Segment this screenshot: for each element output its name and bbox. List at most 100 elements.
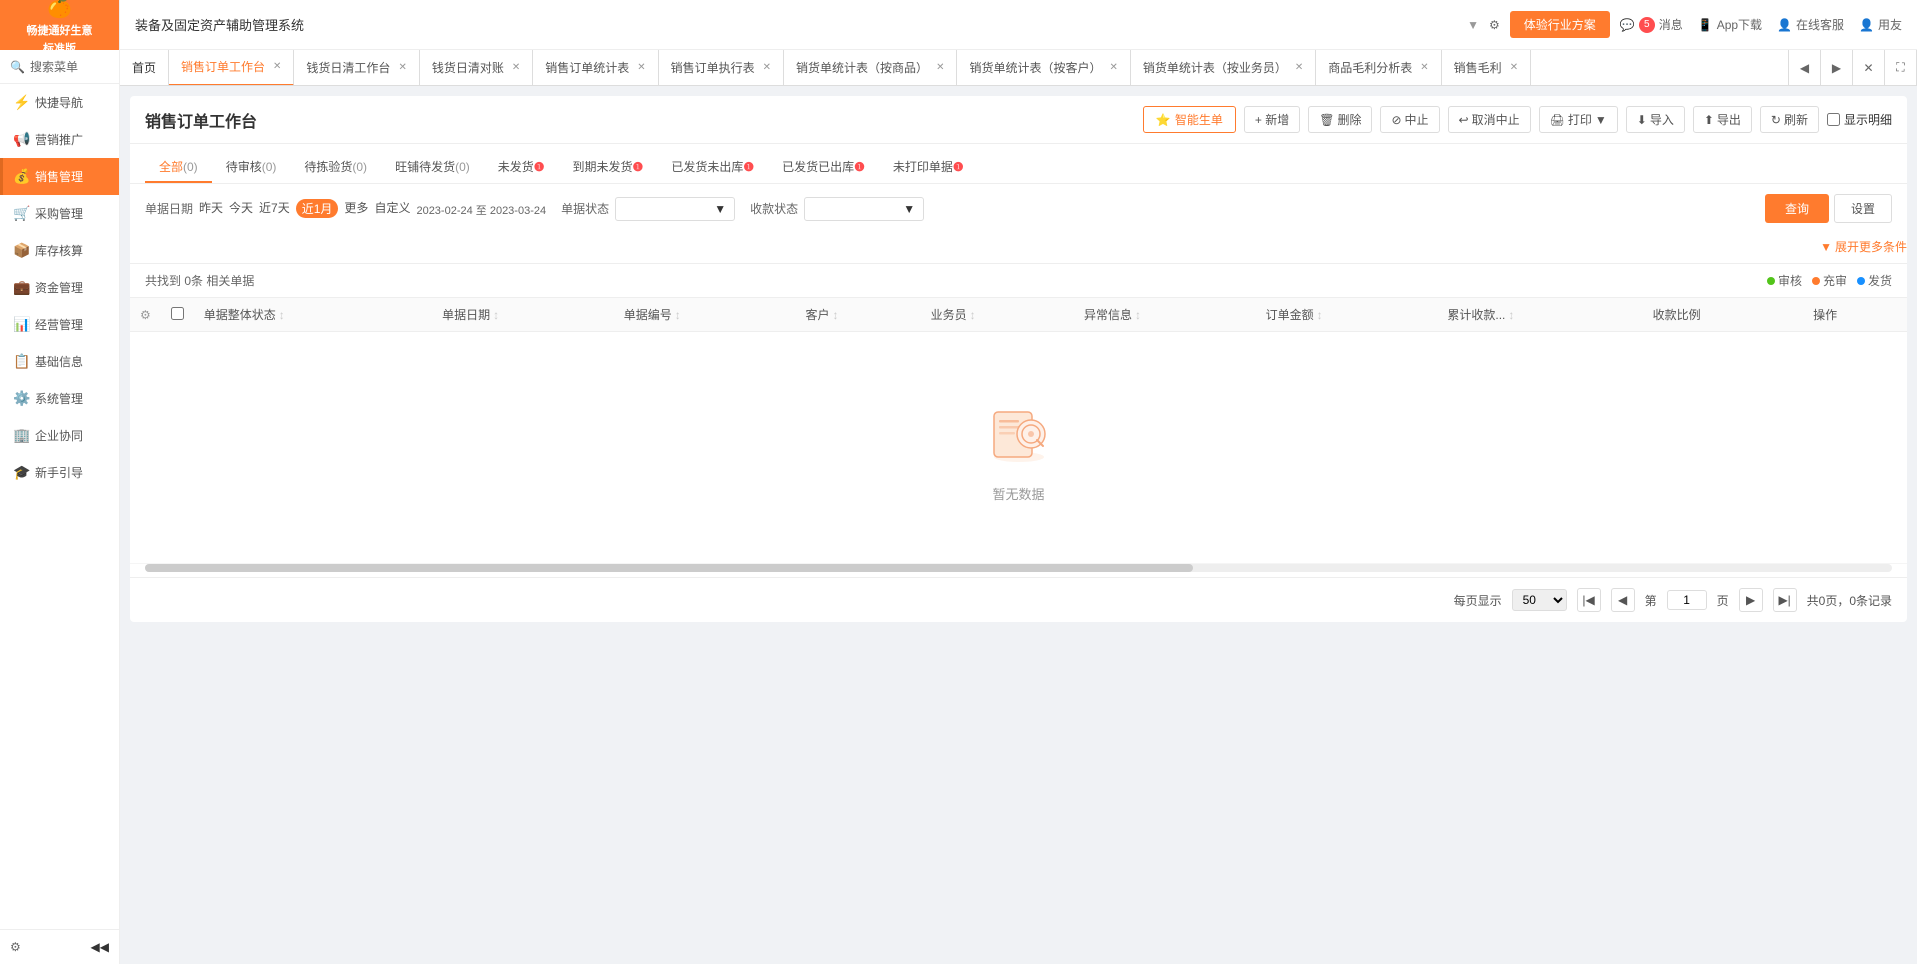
date-7days[interactable]: 近7天 (259, 199, 290, 218)
sidebar-item-quick-nav[interactable]: ⚡ 快捷导航 (0, 84, 119, 121)
tab-sales-stat[interactable]: 销售订单统计表 ✕ (533, 50, 658, 86)
refresh-button[interactable]: ↻ 刷新 (1760, 106, 1819, 133)
user-avatar[interactable]: 👤 用友 (1859, 16, 1902, 33)
tab-cash-daily[interactable]: 钱货日清工作台 ✕ (294, 50, 419, 86)
add-button[interactable]: + 新增 (1244, 106, 1300, 133)
print-button[interactable]: 🖨 打印 ▼ (1539, 106, 1618, 133)
export-button[interactable]: ⬆ 导出 (1693, 106, 1752, 133)
tab-close-icon[interactable]: ✕ (512, 62, 520, 73)
settings-gear-icon[interactable]: ⚙ (10, 940, 21, 954)
expand-conditions-button[interactable]: ▼ 展开更多条件 (1820, 238, 1907, 255)
tab-home[interactable]: 首页 (120, 50, 169, 86)
page-prev-button[interactable]: ◀ (1611, 588, 1635, 612)
ship-label: 发货 (1868, 272, 1892, 289)
subtab-not-printed[interactable]: 未打印单据❶ (879, 152, 978, 183)
cancel-review-action[interactable]: 充审 (1812, 272, 1847, 289)
col-checkbox[interactable] (161, 298, 194, 332)
query-button[interactable]: 查询 (1765, 194, 1829, 223)
status-filter-select[interactable]: ▼ (615, 197, 735, 221)
delete-button[interactable]: 🗑 删除 (1308, 106, 1372, 133)
tab-sales-profit[interactable]: 销售毛利 ✕ (1442, 50, 1531, 86)
subtab-all[interactable]: 全部(0) (145, 152, 212, 183)
system-icon: ⚙️ (13, 390, 29, 407)
smart-order-button[interactable]: ⭐ 智能生单 (1143, 106, 1236, 133)
sidebar-search[interactable]: 🔍 搜索菜单 (0, 50, 119, 84)
horizontal-scrollbar[interactable] (145, 564, 1892, 572)
tab-close-icon[interactable]: ✕ (1420, 62, 1428, 73)
subtab-wangpu-deliver[interactable]: 旺铺待发货(0) (381, 152, 484, 183)
show-detail-checkbox-label[interactable]: 显示明细 (1827, 111, 1892, 128)
tab-close-icon[interactable]: ✕ (1510, 62, 1518, 73)
page-last-button[interactable]: ▶| (1773, 588, 1797, 612)
tab-close-icon[interactable]: ✕ (273, 61, 281, 72)
tab-close-icon[interactable]: ✕ (936, 62, 944, 73)
col-date: 单据日期↕ (432, 298, 614, 332)
set-button[interactable]: 设置 (1834, 194, 1892, 223)
date-today[interactable]: 今天 (229, 199, 253, 218)
sidebar-item-system[interactable]: ⚙️ 系统管理 (0, 380, 119, 417)
subtab-pending-review[interactable]: 待审核(0) (212, 152, 291, 183)
import-button[interactable]: ⬇ 导入 (1626, 106, 1685, 133)
sidebar-item-sales[interactable]: 💰 销售管理 (0, 158, 119, 195)
tab-close-icon[interactable]: ✕ (398, 62, 406, 73)
cancel-stop-label: 取消中止 (1472, 111, 1520, 128)
app-download-button[interactable]: 📱 App下载 (1698, 16, 1762, 33)
sidebar-item-marketing[interactable]: 📢 营销推广 (0, 121, 119, 158)
tab-sales-exec[interactable]: 销售订单执行表 ✕ (659, 50, 784, 86)
header-dropdown-icon[interactable]: ▼ (1467, 18, 1479, 32)
industry-solution-button[interactable]: 体验行业方案 (1510, 11, 1610, 38)
sidebar-item-basicinfo[interactable]: 📋 基础信息 (0, 343, 119, 380)
sidebar-item-enterprise[interactable]: 🏢 企业协同 (0, 417, 119, 454)
scrollbar-thumb[interactable] (145, 564, 1193, 572)
page-size-select[interactable]: 50 20 100 (1512, 589, 1567, 611)
tab-sales-summary-prod[interactable]: 销货单统计表（按商品） ✕ (784, 50, 957, 86)
sidebar-item-finance[interactable]: 💼 资金管理 (0, 269, 119, 306)
col-settings[interactable]: ⚙ (130, 298, 161, 332)
system-name: 装备及固定资产辅助管理系统 (135, 15, 1457, 34)
ship-action[interactable]: 发货 (1857, 272, 1892, 289)
page-first-button[interactable]: |◀ (1577, 588, 1601, 612)
date-1month[interactable]: 近1月 (296, 199, 339, 218)
header-settings-icon[interactable]: ⚙ (1489, 18, 1500, 32)
select-all-checkbox[interactable] (171, 307, 184, 320)
sidebar-collapse-icon[interactable]: ◀◀ (91, 940, 109, 954)
tab-sales-summary-cust[interactable]: 销货单统计表（按客户） ✕ (957, 50, 1130, 86)
date-more[interactable]: 更多 (344, 199, 368, 218)
tab-next-button[interactable]: ▶ (1821, 50, 1853, 86)
subtab-shipped-out[interactable]: 已发货已出库❶ (768, 152, 879, 183)
page-number-input[interactable] (1667, 590, 1707, 610)
tab-gross-margin[interactable]: 商品毛利分析表 ✕ (1316, 50, 1441, 86)
review-action[interactable]: 审核 (1767, 272, 1802, 289)
stop-button[interactable]: ⊘ 中止 (1380, 106, 1439, 133)
tab-close-all-button[interactable]: ✕ (1853, 50, 1885, 86)
message-button[interactable]: 💬 5 消息 (1620, 16, 1683, 33)
tab-expand-button[interactable]: ⛶ (1885, 50, 1917, 86)
sidebar-item-guide[interactable]: 🎓 新手引导 (0, 454, 119, 491)
col-status: 单据整体状态↕ (194, 298, 432, 332)
tab-cash-reconcile[interactable]: 钱货日清对账 ✕ (420, 50, 533, 86)
subtab-overdue-ship[interactable]: 到期未发货❶ (559, 152, 658, 183)
tab-prev-button[interactable]: ◀ (1789, 50, 1821, 86)
date-custom[interactable]: 自定义 (374, 199, 410, 218)
tab-sales-workbench[interactable]: 销售订单工作台 ✕ (169, 50, 294, 86)
sidebar-item-operations[interactable]: 📊 经营管理 (0, 306, 119, 343)
date-yesterday[interactable]: 昨天 (199, 199, 223, 218)
tab-sales-summary-staff[interactable]: 销货单统计表（按业务员） ✕ (1131, 50, 1316, 86)
table-wrap: ⚙ 单据整体状态↕ 单据日期↕ 单据编号↕ 客户↕ 业务员↕ 异常信息↕ 订单金… (130, 298, 1907, 564)
subtab-shipped-not-out[interactable]: 已发货未出库❶ (657, 152, 768, 183)
sidebar-item-inventory[interactable]: 📦 库存核算 (0, 232, 119, 269)
subtab-not-shipped[interactable]: 未发货❶ (484, 152, 559, 183)
tab-close-icon[interactable]: ✕ (1109, 62, 1117, 73)
page-next-button[interactable]: ▶ (1739, 588, 1763, 612)
show-detail-checkbox[interactable] (1827, 113, 1840, 126)
payment-filter-select[interactable]: ▼ (804, 197, 924, 221)
payment-chevron-icon: ▼ (903, 202, 915, 216)
subtab-pending-inspect[interactable]: 待拣验货(0) (290, 152, 381, 183)
tab-close-icon[interactable]: ✕ (763, 62, 771, 73)
online-service-button[interactable]: 👤 在线客服 (1777, 16, 1844, 33)
tab-close-icon[interactable]: ✕ (1295, 62, 1303, 73)
sidebar-item-purchase[interactable]: 🛒 采购管理 (0, 195, 119, 232)
tab-close-icon[interactable]: ✕ (637, 62, 645, 73)
cancel-stop-button[interactable]: ↩ 取消中止 (1448, 106, 1531, 133)
user-icon: 👤 (1859, 18, 1874, 32)
